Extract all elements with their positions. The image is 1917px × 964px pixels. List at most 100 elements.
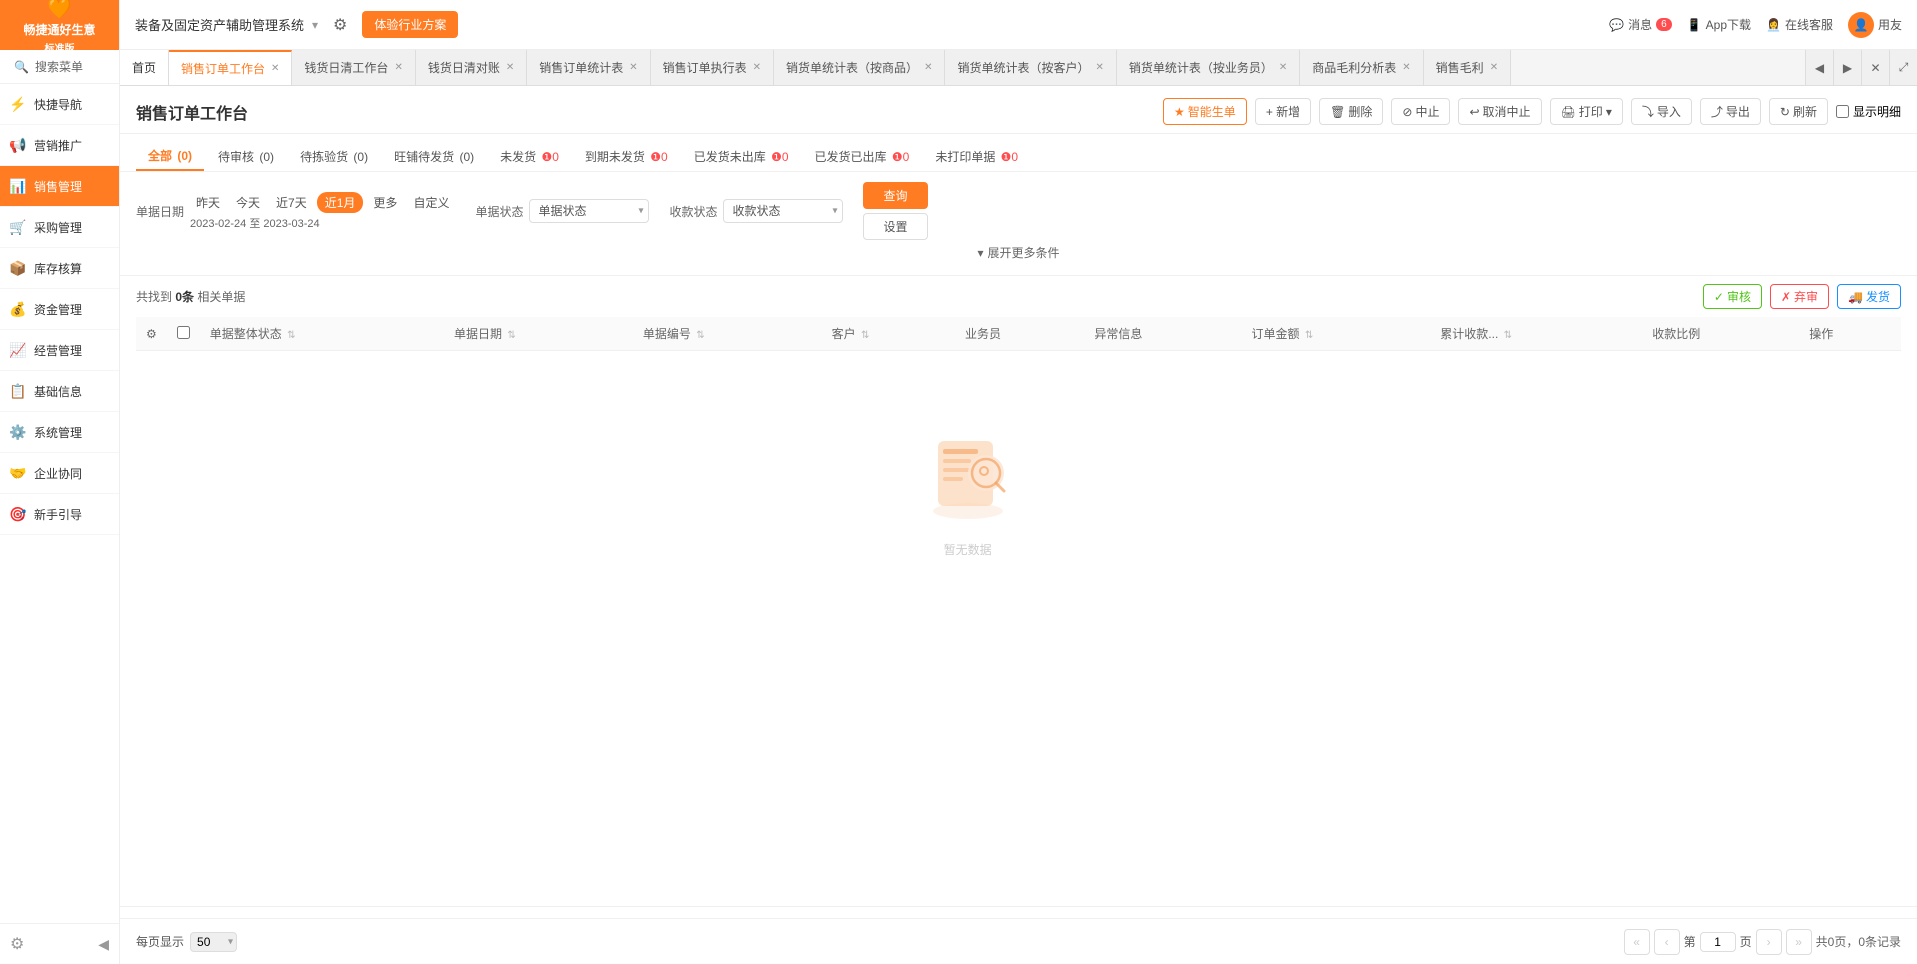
audit-btn[interactable]: ✓ 审核 (1703, 284, 1762, 309)
stop-btn[interactable]: ⊘ 中止 (1391, 98, 1450, 125)
page-next-btn[interactable]: › (1756, 929, 1782, 955)
date-quick-custom[interactable]: 自定义 (407, 192, 455, 213)
page-prev-btn[interactable]: ‹ (1654, 929, 1680, 955)
sort-icon[interactable]: ⇅ (1504, 330, 1512, 341)
print-btn[interactable]: 🖨 打印 ▾ (1550, 98, 1623, 125)
tab-close-icon[interactable]: ✕ (924, 62, 932, 73)
ship-btn[interactable]: 🚚 发货 (1837, 284, 1901, 309)
show-detail-checkbox[interactable] (1836, 105, 1849, 118)
topbar-gear-icon[interactable]: ⚙ (333, 15, 347, 35)
tab-close-icon[interactable]: ✕ (271, 63, 279, 74)
tab-sales-stats-customer[interactable]: 销货单统计表（按客户） ✕ (945, 50, 1116, 86)
tab-close-icon[interactable]: ✕ (506, 62, 514, 73)
tab-close-icon[interactable]: ✕ (629, 62, 637, 73)
date-quick-1month[interactable]: 近1月 (317, 192, 364, 213)
tab-close-icon[interactable]: ✕ (1279, 62, 1287, 73)
audit-label: 审核 (1727, 288, 1751, 305)
tab-close-all[interactable]: ✕ (1861, 50, 1889, 86)
online-service-btn[interactable]: 👩‍💼 在线客服 (1766, 16, 1833, 33)
sidebar-item-quick-nav[interactable]: ⚡ 快捷导航 (0, 84, 119, 125)
tab-sales-order-stats[interactable]: 销售订单统计表 ✕ (527, 50, 650, 86)
set-btn[interactable]: 设置 (863, 213, 927, 240)
sidebar-item-cooperation[interactable]: 🤝 企业协同 (0, 453, 119, 494)
select-all-checkbox[interactable] (177, 326, 190, 339)
sidebar-item-purchase[interactable]: 🛒 采购管理 (0, 207, 119, 248)
cancel-stop-btn[interactable]: ↩ 取消中止 (1458, 98, 1541, 125)
tab-scroll-left[interactable]: ◀ (1805, 50, 1833, 86)
expand-more-btn[interactable]: ▾ 展开更多条件 (136, 240, 1901, 265)
sort-icon[interactable]: ⇅ (507, 330, 515, 341)
sidebar-item-base-info[interactable]: 📋 基础信息 (0, 371, 119, 412)
status-filter-label: 单据状态 (475, 203, 523, 220)
tab-sales-workbench[interactable]: 销售订单工作台 ✕ (169, 50, 292, 86)
app-download-btn[interactable]: 📱 App下载 (1687, 16, 1751, 33)
date-quick-yesterday[interactable]: 昨天 (190, 192, 226, 213)
query-btn[interactable]: 查询 (863, 182, 927, 209)
sidebar-item-guide[interactable]: 🎯 新手引导 (0, 494, 119, 535)
subtab-not-printed[interactable]: 未打印单据 ❶0 (923, 143, 1030, 170)
page-number-input[interactable] (1700, 932, 1736, 952)
gear-icon[interactable]: ⚙ (146, 327, 157, 341)
subtab-expired-not-shipped[interactable]: 到期未发货 ❶0 (573, 143, 680, 170)
horizontal-scrollbar[interactable] (120, 906, 1917, 918)
delete-btn[interactable]: 🗑 删除 (1319, 98, 1383, 125)
sort-icon[interactable]: ⇅ (861, 330, 869, 341)
date-quick-7days[interactable]: 近7天 (270, 192, 313, 213)
message-btn[interactable]: 💬 消息 6 (1609, 16, 1672, 33)
tab-maximize[interactable]: ⤢ (1889, 50, 1917, 86)
sidebar-item-operation[interactable]: 📈 经营管理 (0, 330, 119, 371)
cancel-audit-btn[interactable]: ✗ 弃审 (1770, 284, 1829, 309)
tab-sales-stats-staff[interactable]: 销货单统计表（按业务员） ✕ (1117, 50, 1300, 86)
page-last-btn[interactable]: » (1786, 929, 1812, 955)
sort-icon[interactable]: ⇅ (696, 330, 704, 341)
tab-cash-day-clear[interactable]: 钱货日清工作台 ✕ (292, 50, 415, 86)
tab-home[interactable]: 首页 (120, 50, 169, 86)
sort-icon[interactable]: ⇅ (1305, 330, 1313, 341)
industry-btn[interactable]: 体验行业方案 (362, 11, 458, 38)
subtab-all[interactable]: 全部 (0) (136, 142, 204, 171)
sidebar-item-marketing[interactable]: 📢 营销推广 (0, 125, 119, 166)
page-size-select[interactable]: 20 50 100 (190, 932, 237, 952)
tab-product-margin[interactable]: 商品毛利分析表 ✕ (1300, 50, 1423, 86)
tab-cash-goods-reconcile[interactable]: 钱货日清对账 ✕ (416, 50, 527, 86)
tab-scroll-right[interactable]: ▶ (1833, 50, 1861, 86)
user-menu[interactable]: 👤 用友 (1848, 12, 1902, 38)
subtab-not-shipped[interactable]: 未发货 ❶0 (488, 143, 571, 170)
main-content: 装备及固定资产辅助管理系统 ▾ ⚙ 体验行业方案 💬 消息 6 📱 App下载 … (120, 0, 1917, 964)
sidebar-item-system[interactable]: ⚙️ 系统管理 (0, 412, 119, 453)
new-btn[interactable]: + 新增 (1255, 98, 1311, 125)
sidebar-item-inventory[interactable]: 📦 库存核算 (0, 248, 119, 289)
subtab-pending-review[interactable]: 待审核 (0) (206, 143, 286, 170)
tab-close-icon[interactable]: ✕ (1095, 62, 1103, 73)
sidebar-settings-icon[interactable]: ⚙ (10, 934, 24, 954)
tab-close-icon[interactable]: ✕ (1402, 62, 1410, 73)
export-btn[interactable]: ⤴ 导出 (1700, 98, 1761, 125)
smart-create-btn[interactable]: ★ 智能生单 (1163, 98, 1247, 125)
import-btn[interactable]: ⤵ 导入 (1631, 98, 1692, 125)
tab-close-icon[interactable]: ✕ (753, 62, 761, 73)
import-icon: ⤵ (1642, 103, 1654, 120)
subtab-shipped-not-out[interactable]: 已发货未出库 ❶0 (682, 143, 801, 170)
sidebar-item-finance[interactable]: 💰 资金管理 (0, 289, 119, 330)
page-first-btn[interactable]: « (1624, 929, 1650, 955)
refresh-btn[interactable]: ↻ 刷新 (1769, 98, 1828, 125)
payment-select[interactable]: 收款状态 (723, 199, 843, 223)
sidebar-item-search[interactable]: 🔍 搜索菜单 (0, 50, 119, 84)
subtab-wangpu-pending[interactable]: 旺铺待发货 (0) (382, 143, 486, 170)
date-quick-today[interactable]: 今天 (230, 192, 266, 213)
date-quick-more[interactable]: 更多 (367, 192, 403, 213)
status-select[interactable]: 单据状态 (529, 199, 649, 223)
subtab-shipped-out[interactable]: 已发货已出库 ❶0 (803, 143, 922, 170)
sidebar-item-sales[interactable]: 📊 销售管理 (0, 166, 119, 207)
subtab-pending-inspect[interactable]: 待拣验货 (0) (288, 143, 380, 170)
tab-sales-stats-product[interactable]: 销货单统计表（按商品） ✕ (774, 50, 945, 86)
sidebar-collapse-icon[interactable]: ◀ (98, 936, 109, 953)
tab-close-icon[interactable]: ✕ (1490, 62, 1498, 73)
tab-close-icon[interactable]: ✕ (394, 62, 402, 73)
tab-sales-profit[interactable]: 销售毛利 ✕ (1424, 50, 1511, 86)
user-name: 用友 (1878, 16, 1902, 33)
sort-icon[interactable]: ⇅ (287, 330, 295, 341)
tab-sales-order-exec[interactable]: 销售订单执行表 ✕ (651, 50, 774, 86)
system-dropdown-icon[interactable]: ▾ (312, 18, 318, 32)
show-detail-label[interactable]: 显示明细 (1836, 103, 1901, 120)
